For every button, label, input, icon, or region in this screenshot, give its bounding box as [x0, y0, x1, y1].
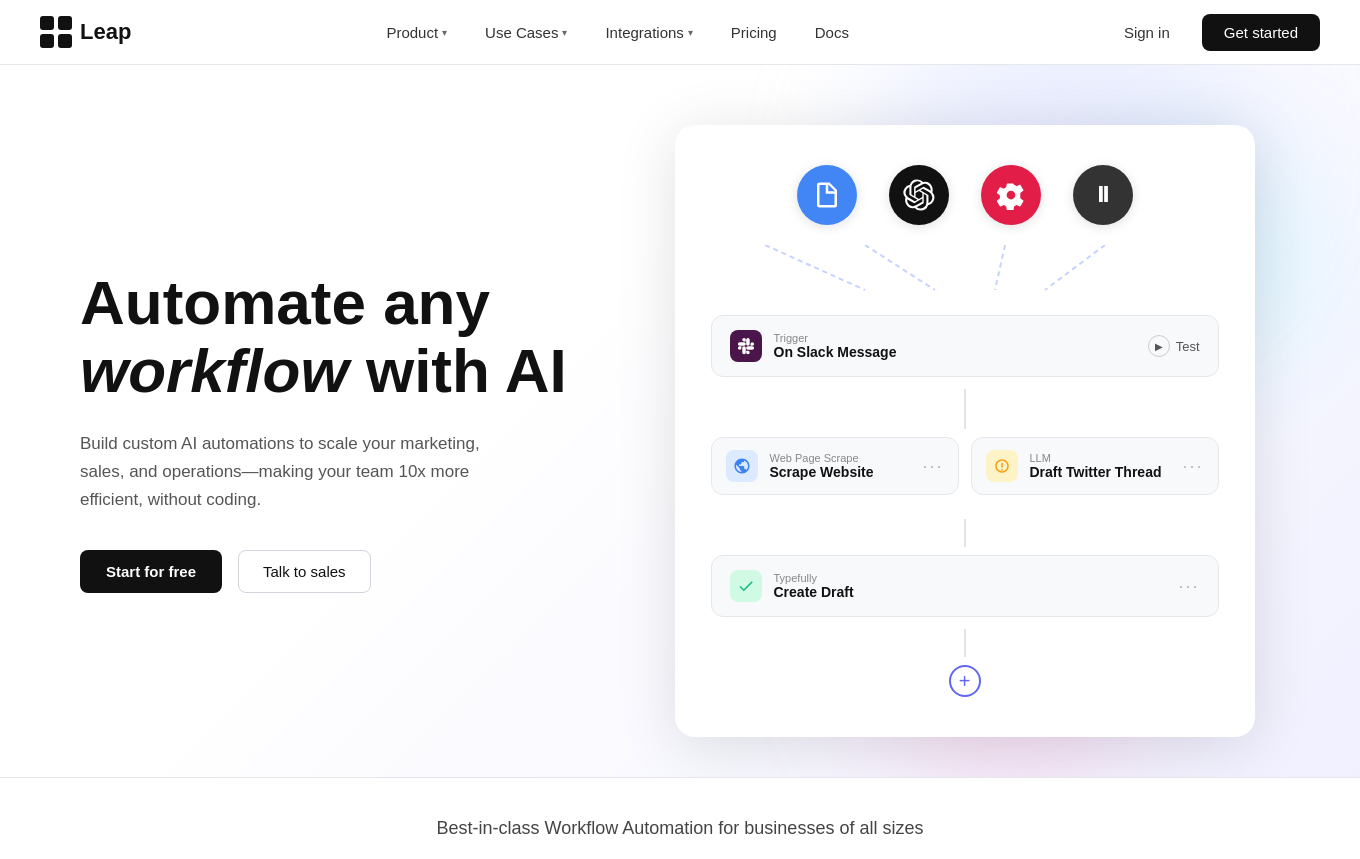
bottom-section: Best-in-class Workflow Automation for bu… — [0, 777, 1360, 859]
typefully-icon — [730, 570, 762, 602]
hero-title-line1: Automate any — [80, 268, 490, 337]
nav-link-integrations[interactable]: Integrations ▾ — [589, 16, 708, 49]
navbar: Leap Product ▾ Use Cases ▾ Integrations … — [0, 0, 1360, 65]
trigger-node: Trigger On Slack Message ▶ Test — [711, 315, 1219, 377]
svg-rect-1 — [58, 16, 72, 30]
settings-icon — [981, 165, 1041, 225]
trigger-node-text: Trigger On Slack Message — [774, 332, 1136, 360]
svg-line-7 — [1045, 245, 1105, 290]
connector-line-2 — [964, 519, 966, 547]
top-connector-lines — [711, 245, 1219, 295]
openai-icon — [889, 165, 949, 225]
play-icon: ▶ — [1148, 335, 1170, 357]
workflow-top-icons: ⏸ — [711, 165, 1219, 225]
chevron-down-icon: ▾ — [442, 27, 447, 38]
llm-icon — [986, 450, 1018, 482]
hero-buttons: Start for free Talk to sales — [80, 550, 629, 593]
nav-link-docs[interactable]: Docs — [799, 16, 865, 49]
svg-rect-3 — [58, 34, 72, 48]
svg-line-4 — [765, 245, 865, 290]
nav-link-product[interactable]: Product ▾ — [370, 16, 463, 49]
add-step-button[interactable]: + — [949, 665, 981, 697]
hero-subtitle: Build custom AI automations to scale you… — [80, 430, 500, 514]
typefully-node: Typefully Create Draft ··· — [711, 555, 1219, 617]
logo-icon — [40, 16, 72, 48]
llm-node: LLM Draft Twitter Thread ··· — [971, 437, 1219, 495]
docs-icon — [797, 165, 857, 225]
svg-line-5 — [865, 245, 935, 290]
connector-line-1 — [964, 389, 966, 429]
svg-line-6 — [995, 245, 1005, 290]
logo[interactable]: Leap — [40, 16, 131, 48]
hero-title: Automate any workflow with AI — [80, 269, 629, 405]
scrape-node: Web Page Scrape Scrape Website ··· — [711, 437, 959, 495]
nav-link-pricing[interactable]: Pricing — [715, 16, 793, 49]
start-for-free-button[interactable]: Start for free — [80, 550, 222, 593]
slack-icon — [730, 330, 762, 362]
chevron-down-icon: ▾ — [562, 27, 567, 38]
nav-actions: Sign in Get started — [1104, 14, 1320, 51]
workflow-card: ⏸ Trigger On Slack Message ▶ — [675, 125, 1255, 737]
get-started-button[interactable]: Get started — [1202, 14, 1320, 51]
connector-line-3 — [964, 629, 966, 657]
nav-link-usecases[interactable]: Use Cases ▾ — [469, 16, 583, 49]
svg-rect-0 — [40, 16, 54, 30]
test-action[interactable]: ▶ Test — [1148, 335, 1200, 357]
hero-content: Automate any workflow with AI Build cust… — [80, 269, 629, 593]
chevron-down-icon: ▾ — [688, 27, 693, 38]
typefully-node-menu[interactable]: ··· — [1178, 576, 1199, 597]
hero-title-italic: workflow — [80, 336, 349, 405]
hero-visual: ⏸ Trigger On Slack Message ▶ — [629, 125, 1300, 737]
bottom-text: Best-in-class Workflow Automation for bu… — [20, 818, 1340, 839]
signin-button[interactable]: Sign in — [1104, 16, 1190, 49]
typefully-node-text: Typefully Create Draft — [774, 572, 1167, 600]
llm-node-text: LLM Draft Twitter Thread — [1030, 452, 1171, 480]
web-scrape-icon — [726, 450, 758, 482]
logo-text: Leap — [80, 19, 131, 45]
workflow-row-two: Web Page Scrape Scrape Website ··· LLM D… — [711, 437, 1219, 507]
svg-rect-2 — [40, 34, 54, 48]
hero-title-line2: with AI — [349, 336, 567, 405]
hero-section: Automate any workflow with AI Build cust… — [0, 65, 1360, 777]
scrape-node-text: Web Page Scrape Scrape Website — [770, 452, 911, 480]
llm-node-menu[interactable]: ··· — [1182, 456, 1203, 477]
talk-to-sales-button[interactable]: Talk to sales — [238, 550, 371, 593]
pause-icon: ⏸ — [1073, 165, 1133, 225]
nav-links: Product ▾ Use Cases ▾ Integrations ▾ Pri… — [370, 16, 865, 49]
scrape-node-menu[interactable]: ··· — [922, 456, 943, 477]
